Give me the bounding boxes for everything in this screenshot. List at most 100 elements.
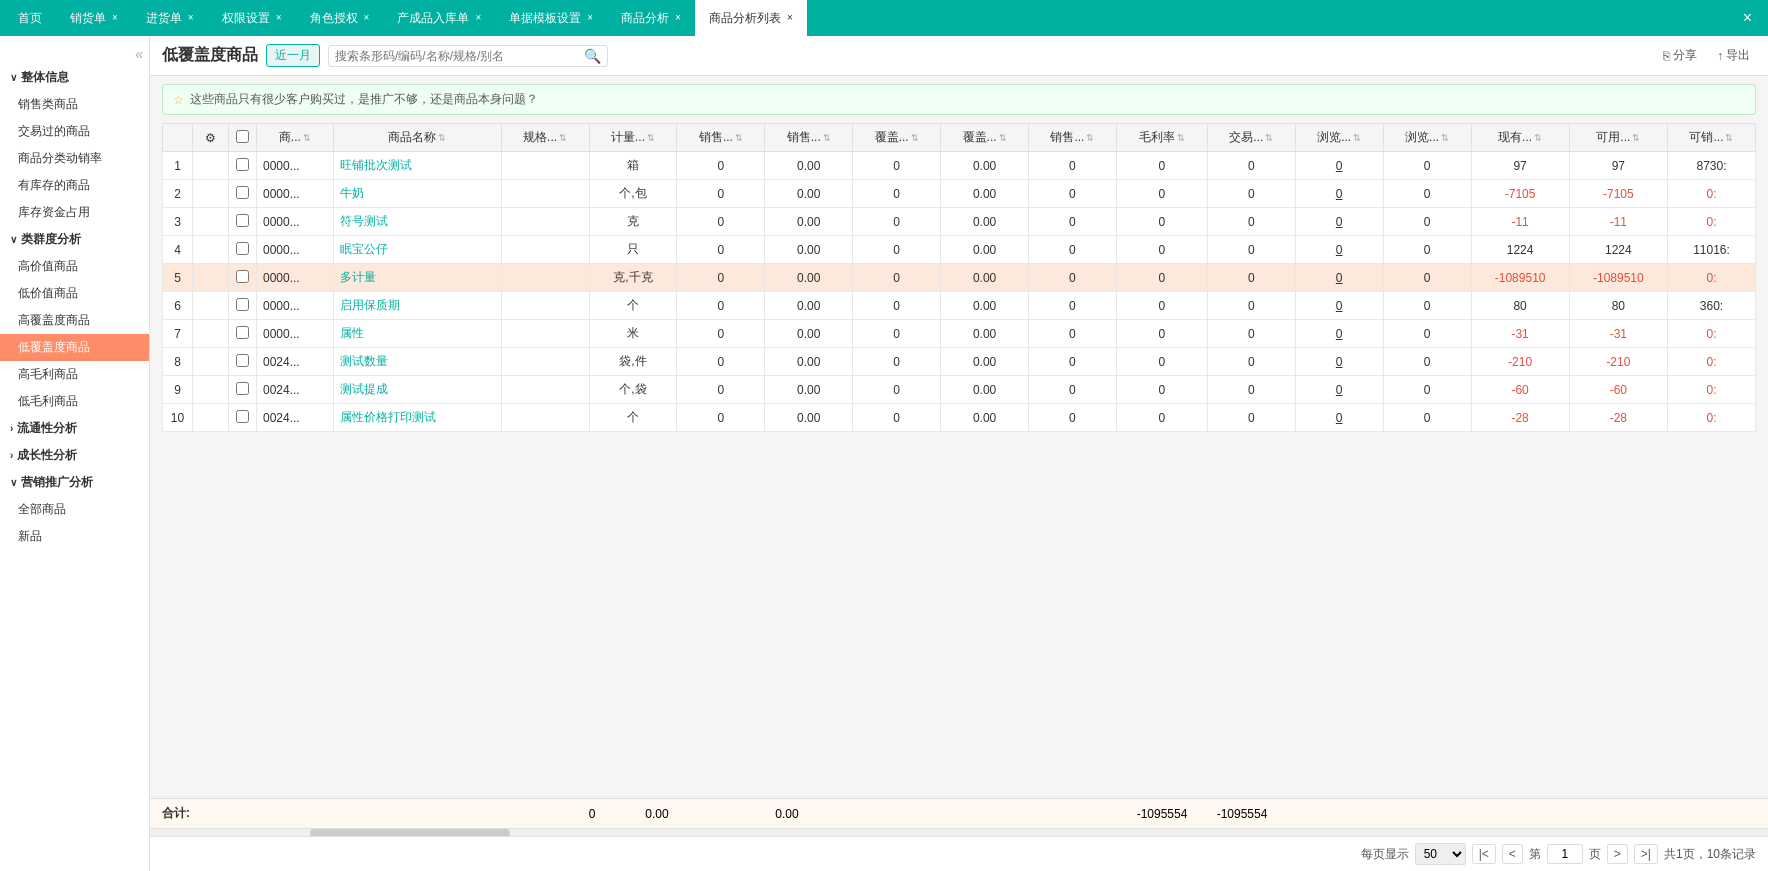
check-all-checkbox[interactable] xyxy=(236,130,249,143)
sidebar-item-high-margin[interactable]: 高毛利商品 xyxy=(0,361,149,388)
row-checkbox[interactable] xyxy=(236,158,249,171)
spec-column-header[interactable]: 规格...⇅ xyxy=(501,124,589,152)
sort-icon: ⇅ xyxy=(823,133,831,143)
nav-item-analysis[interactable]: 商品分析 × xyxy=(607,0,695,36)
page-size-select[interactable]: 50 100 200 xyxy=(1415,843,1466,865)
search-input[interactable] xyxy=(335,49,584,63)
row-browse1[interactable]: 0 xyxy=(1295,292,1383,320)
unit-column-header[interactable]: 计量...⇅ xyxy=(589,124,677,152)
row-checkbox[interactable] xyxy=(236,326,249,339)
nav-item-purchase[interactable]: 进货单 × xyxy=(132,0,208,36)
next-page-button[interactable]: > xyxy=(1607,844,1628,864)
sidebar-item-high-coverage[interactable]: 高覆盖度商品 xyxy=(0,307,149,334)
close-icon[interactable]: × xyxy=(112,0,118,36)
margin-column-header[interactable]: 毛利率⇅ xyxy=(1116,124,1207,152)
chevron-right-icon: › xyxy=(10,423,13,434)
row-checkbox[interactable] xyxy=(236,410,249,423)
sidebar-section-growth[interactable]: › 成长性分析 xyxy=(0,442,149,469)
sidebar-item-traded-goods[interactable]: 交易过的商品 xyxy=(0,118,149,145)
sidebar-item-low-value[interactable]: 低价值商品 xyxy=(0,280,149,307)
row-browse1[interactable]: 0 xyxy=(1295,152,1383,180)
row-name[interactable]: 属性价格打印测试 xyxy=(333,404,501,432)
row-browse1[interactable]: 0 xyxy=(1295,208,1383,236)
export-button[interactable]: ↑ 导出 xyxy=(1711,45,1756,66)
row-checkbox[interactable] xyxy=(236,242,249,255)
row-name[interactable]: 符号测试 xyxy=(333,208,501,236)
sidebar-section-liquidity[interactable]: › 流通性分析 xyxy=(0,415,149,442)
row-name[interactable]: 牛奶 xyxy=(333,180,501,208)
sidebar-item-in-stock[interactable]: 有库存的商品 xyxy=(0,172,149,199)
nav-item-product-in[interactable]: 产成品入库单 × xyxy=(383,0,495,36)
close-icon[interactable]: × xyxy=(587,0,593,36)
close-icon[interactable]: × xyxy=(787,0,793,36)
last-page-button[interactable]: >| xyxy=(1634,844,1658,864)
nav-item-template[interactable]: 单据模板设置 × xyxy=(495,0,607,36)
row-browse1[interactable]: 0 xyxy=(1295,180,1383,208)
row-name[interactable]: 多计量 xyxy=(333,264,501,292)
saleable-column-header[interactable]: 可销...⇅ xyxy=(1667,124,1755,152)
sidebar-item-category-rate[interactable]: 商品分类动销率 xyxy=(0,145,149,172)
search-icon[interactable]: 🔍 xyxy=(584,48,601,64)
row-name[interactable]: 属性 xyxy=(333,320,501,348)
settings-column-header[interactable]: ⚙ xyxy=(193,124,229,152)
row-browse1[interactable]: 0 xyxy=(1295,348,1383,376)
nav-close-all-button[interactable]: × xyxy=(1731,9,1764,27)
sidebar-item-new-goods[interactable]: 新品 xyxy=(0,523,149,550)
row-checkbox[interactable] xyxy=(236,382,249,395)
row-checkbox[interactable] xyxy=(236,214,249,227)
row-checkbox[interactable] xyxy=(236,186,249,199)
row-browse1[interactable]: 0 xyxy=(1295,320,1383,348)
row-name[interactable]: 测试数量 xyxy=(333,348,501,376)
row-checkbox[interactable] xyxy=(236,354,249,367)
sidebar-section-class-analysis[interactable]: ∨ 类群度分析 xyxy=(0,226,149,253)
sidebar-collapse-button[interactable]: « xyxy=(0,44,149,64)
sidebar-section-overall[interactable]: ∨ 整体信息 xyxy=(0,64,149,91)
cover1-column-header[interactable]: 覆盖...⇅ xyxy=(853,124,941,152)
row-checkbox[interactable] xyxy=(236,270,249,283)
date-filter-button[interactable]: 近一月 xyxy=(266,44,320,67)
row-browse1[interactable]: 0 xyxy=(1295,376,1383,404)
close-icon[interactable]: × xyxy=(675,0,681,36)
sidebar-item-high-value[interactable]: 高价值商品 xyxy=(0,253,149,280)
nav-item-analysis-list[interactable]: 商品分析列表 × xyxy=(695,0,807,36)
page-number-input[interactable] xyxy=(1547,844,1583,864)
browse1-column-header[interactable]: 浏览...⇅ xyxy=(1295,124,1383,152)
sidebar-item-low-margin[interactable]: 低毛利商品 xyxy=(0,388,149,415)
close-icon[interactable]: × xyxy=(188,0,194,36)
row-name[interactable]: 启用保质期 xyxy=(333,292,501,320)
check-all-column-header[interactable] xyxy=(229,124,257,152)
browse2-column-header[interactable]: 浏览...⇅ xyxy=(1383,124,1471,152)
close-icon[interactable]: × xyxy=(276,0,282,36)
first-page-button[interactable]: |< xyxy=(1472,844,1496,864)
name-column-header[interactable]: 商品名称⇅ xyxy=(333,124,501,152)
nav-item-home[interactable]: 首页 xyxy=(4,0,56,36)
sidebar-section-marketing[interactable]: ∨ 营销推广分析 xyxy=(0,469,149,496)
close-icon[interactable]: × xyxy=(364,0,370,36)
row-name[interactable]: 测试提成 xyxy=(333,376,501,404)
trade-column-header[interactable]: 交易...⇅ xyxy=(1207,124,1295,152)
sales3-column-header[interactable]: 销售...⇅ xyxy=(1029,124,1117,152)
row-name[interactable]: 旺铺批次测试 xyxy=(333,152,501,180)
nav-item-sales[interactable]: 销货单 × xyxy=(56,0,132,36)
row-browse1[interactable]: 0 xyxy=(1295,264,1383,292)
code-column-header[interactable]: 商...⇅ xyxy=(257,124,334,152)
current-column-header[interactable]: 现有...⇅ xyxy=(1471,124,1569,152)
close-icon[interactable]: × xyxy=(475,0,481,36)
row-browse1[interactable]: 0 xyxy=(1295,236,1383,264)
row-name[interactable]: 眠宝公仔 xyxy=(333,236,501,264)
sidebar-item-sales-goods[interactable]: 销售类商品 xyxy=(0,91,149,118)
sidebar-item-low-coverage[interactable]: 低覆盖度商品 xyxy=(0,334,149,361)
cover2-column-header[interactable]: 覆盖...⇅ xyxy=(941,124,1029,152)
nav-item-permission[interactable]: 权限设置 × xyxy=(208,0,296,36)
sidebar-item-all-goods[interactable]: 全部商品 xyxy=(0,496,149,523)
sidebar-item-stock-capital[interactable]: 库存资金占用 xyxy=(0,199,149,226)
row-checkbox[interactable] xyxy=(236,298,249,311)
row-browse1[interactable]: 0 xyxy=(1295,404,1383,432)
sales-qty-column-header[interactable]: 销售...⇅ xyxy=(677,124,765,152)
share-button[interactable]: ⎘ 分享 xyxy=(1657,45,1703,66)
available-column-header[interactable]: 可用...⇅ xyxy=(1569,124,1667,152)
sales-amt-column-header[interactable]: 销售...⇅ xyxy=(765,124,853,152)
nav-item-role[interactable]: 角色授权 × xyxy=(296,0,384,36)
row-sales-amt: 0.00 xyxy=(765,152,853,180)
prev-page-button[interactable]: < xyxy=(1502,844,1523,864)
